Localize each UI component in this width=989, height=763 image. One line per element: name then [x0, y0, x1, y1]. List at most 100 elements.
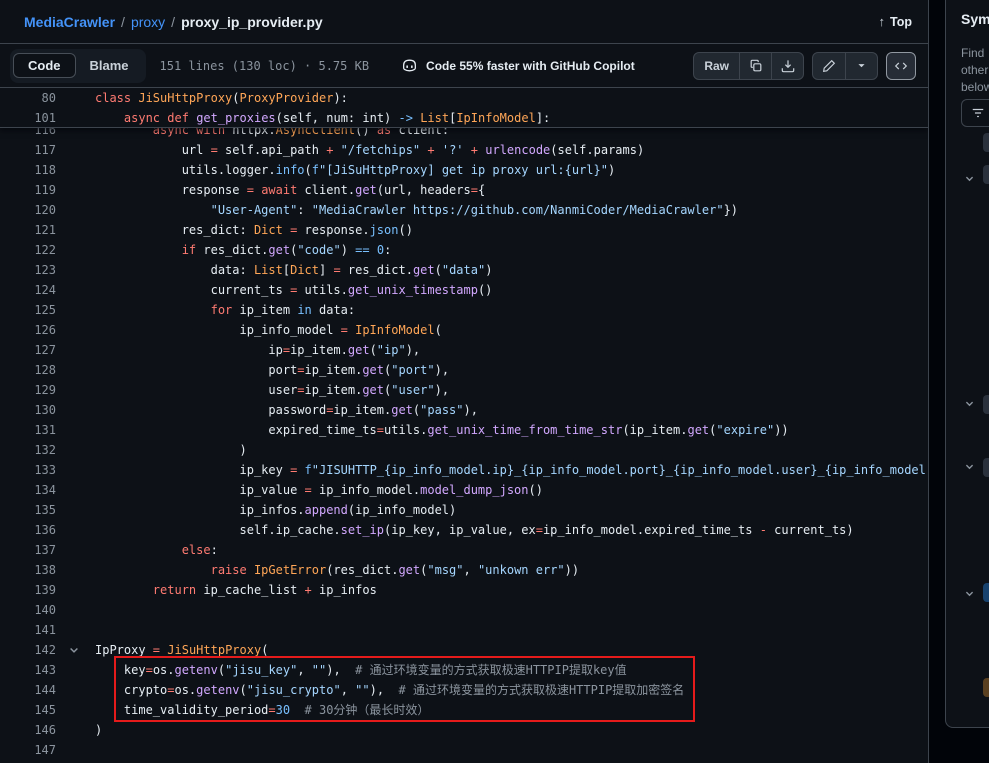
- line-number[interactable]: 101: [0, 108, 62, 128]
- line-gutter: [62, 180, 95, 200]
- line-number[interactable]: 131: [0, 420, 62, 440]
- line-number[interactable]: 125: [0, 300, 62, 320]
- symbols-panel-toggle-button[interactable]: [886, 52, 916, 80]
- line-number[interactable]: 122: [0, 240, 62, 260]
- line-number[interactable]: 120: [0, 200, 62, 220]
- panel-gutter: [929, 0, 945, 763]
- download-button[interactable]: [771, 53, 803, 79]
- line-number[interactable]: 117: [0, 140, 62, 160]
- line-number[interactable]: 129: [0, 380, 62, 400]
- line-number[interactable]: 128: [0, 360, 62, 380]
- line-gutter: [62, 660, 95, 680]
- line-number[interactable]: 136: [0, 520, 62, 540]
- code-text: [95, 740, 928, 760]
- symbols-list-item[interactable]: [983, 458, 989, 477]
- code-line: 120 "User-Agent": "MediaCrawler https://…: [0, 200, 928, 220]
- code-line: 133 ip_key = f"JISUHTTP_{ip_info_model.i…: [0, 460, 928, 480]
- line-number[interactable]: 137: [0, 540, 62, 560]
- code-line: 130 password=ip_item.get("pass"),: [0, 400, 928, 420]
- symbols-list-item[interactable]: [983, 395, 989, 414]
- line-number[interactable]: 123: [0, 260, 62, 280]
- file-header: MediaCrawler / proxy / proxy_ip_provider…: [0, 0, 928, 44]
- line-gutter: [62, 460, 95, 480]
- code-text: [95, 600, 928, 620]
- raw-button-group: Raw: [693, 52, 804, 80]
- code-line: 126 ip_info_model = IpInfoModel(: [0, 320, 928, 340]
- line-number[interactable]: 130: [0, 400, 62, 420]
- tab-code[interactable]: Code: [13, 53, 76, 78]
- back-to-top-link[interactable]: ↑ Top: [879, 14, 912, 29]
- edit-dropdown-button[interactable]: [845, 53, 877, 79]
- code-text: ip=ip_item.get("ip"),: [95, 340, 928, 360]
- collapse-chevron-icon[interactable]: [68, 644, 80, 656]
- code-line: 125 for ip_item in data:: [0, 300, 928, 320]
- code-text: url = self.api_path + "/fetchips" + '?' …: [95, 140, 928, 160]
- symbols-panel-title: Symbols: [961, 11, 989, 27]
- line-number[interactable]: 124: [0, 280, 62, 300]
- code-text: "User-Agent": "MediaCrawler https://gith…: [95, 200, 928, 220]
- symbols-section-chevron-icon[interactable]: [964, 586, 975, 604]
- code-blame-switch: Code Blame: [10, 49, 146, 83]
- line-number[interactable]: 139: [0, 580, 62, 600]
- line-number[interactable]: 135: [0, 500, 62, 520]
- line-number[interactable]: 126: [0, 320, 62, 340]
- code-text: expired_time_ts=utils.get_unix_time_from…: [95, 420, 928, 440]
- symbols-list-item[interactable]: [983, 133, 989, 152]
- line-number[interactable]: 138: [0, 560, 62, 580]
- edit-button[interactable]: [813, 53, 845, 79]
- line-number[interactable]: 142: [0, 640, 62, 660]
- symbols-list-item[interactable]: [983, 678, 989, 697]
- line-number[interactable]: 145: [0, 700, 62, 720]
- line-number[interactable]: 119: [0, 180, 62, 200]
- line-number[interactable]: 134: [0, 480, 62, 500]
- code-brackets-icon: [894, 59, 908, 73]
- symbols-list-item[interactable]: [983, 165, 989, 184]
- line-gutter: [62, 620, 95, 640]
- line-number[interactable]: 132: [0, 440, 62, 460]
- code-line: 127 ip=ip_item.get("ip"),: [0, 340, 928, 360]
- toolbar-actions: Raw: [693, 52, 916, 80]
- symbols-filter-button[interactable]: [961, 99, 989, 127]
- code-text: port=ip_item.get("port"),: [95, 360, 928, 380]
- line-number[interactable]: 133: [0, 460, 62, 480]
- code-text: response = await client.get(url, headers…: [95, 180, 928, 200]
- line-number[interactable]: 140: [0, 600, 62, 620]
- line-number[interactable]: 146: [0, 720, 62, 740]
- line-gutter: [62, 240, 95, 260]
- code-line: 117 url = self.api_path + "/fetchips" + …: [0, 140, 928, 160]
- symbols-desc-line: below: [961, 79, 989, 96]
- code-line: 129 user=ip_item.get("user"),: [0, 380, 928, 400]
- line-number[interactable]: 80: [0, 88, 62, 108]
- line-gutter: [62, 500, 95, 520]
- code-line: 124 current_ts = utils.get_unix_timestam…: [0, 280, 928, 300]
- download-icon: [781, 59, 795, 73]
- arrow-up-icon: ↑: [879, 14, 886, 29]
- line-number[interactable]: 121: [0, 220, 62, 240]
- raw-button[interactable]: Raw: [694, 53, 739, 79]
- line-gutter: [62, 320, 95, 340]
- line-number[interactable]: 147: [0, 740, 62, 760]
- symbols-section-chevron-icon[interactable]: [964, 396, 975, 414]
- symbols-section-chevron-icon[interactable]: [964, 171, 975, 189]
- line-number[interactable]: 127: [0, 340, 62, 360]
- code-line: 123 data: List[Dict] = res_dict.get("dat…: [0, 260, 928, 280]
- line-number[interactable]: 141: [0, 620, 62, 640]
- line-number[interactable]: 144: [0, 680, 62, 700]
- symbols-list-item[interactable]: [983, 583, 989, 602]
- file-view-column: MediaCrawler / proxy / proxy_ip_provider…: [0, 0, 929, 763]
- copy-button[interactable]: [739, 53, 771, 79]
- line-number[interactable]: 143: [0, 660, 62, 680]
- chevron-down-icon: [856, 60, 867, 71]
- line-number[interactable]: 118: [0, 160, 62, 180]
- sticky-context-lines: 80class JiSuHttpProxy(ProxyProvider):101…: [0, 88, 928, 128]
- breadcrumb-repo-link[interactable]: MediaCrawler: [24, 14, 115, 30]
- breadcrumb-separator: /: [121, 14, 125, 30]
- breadcrumb-folder-link[interactable]: proxy: [131, 14, 165, 30]
- line-gutter: [62, 88, 95, 108]
- code-line: 146): [0, 720, 928, 740]
- code-line: 136 self.ip_cache.set_ip(ip_key, ip_valu…: [0, 520, 928, 540]
- symbols-section-chevron-icon[interactable]: [964, 459, 975, 477]
- code-text: crypto=os.getenv("jisu_crypto", ""), # 通…: [95, 680, 928, 700]
- tab-blame[interactable]: Blame: [76, 54, 143, 77]
- breadcrumb-filename: proxy_ip_provider.py: [181, 14, 323, 30]
